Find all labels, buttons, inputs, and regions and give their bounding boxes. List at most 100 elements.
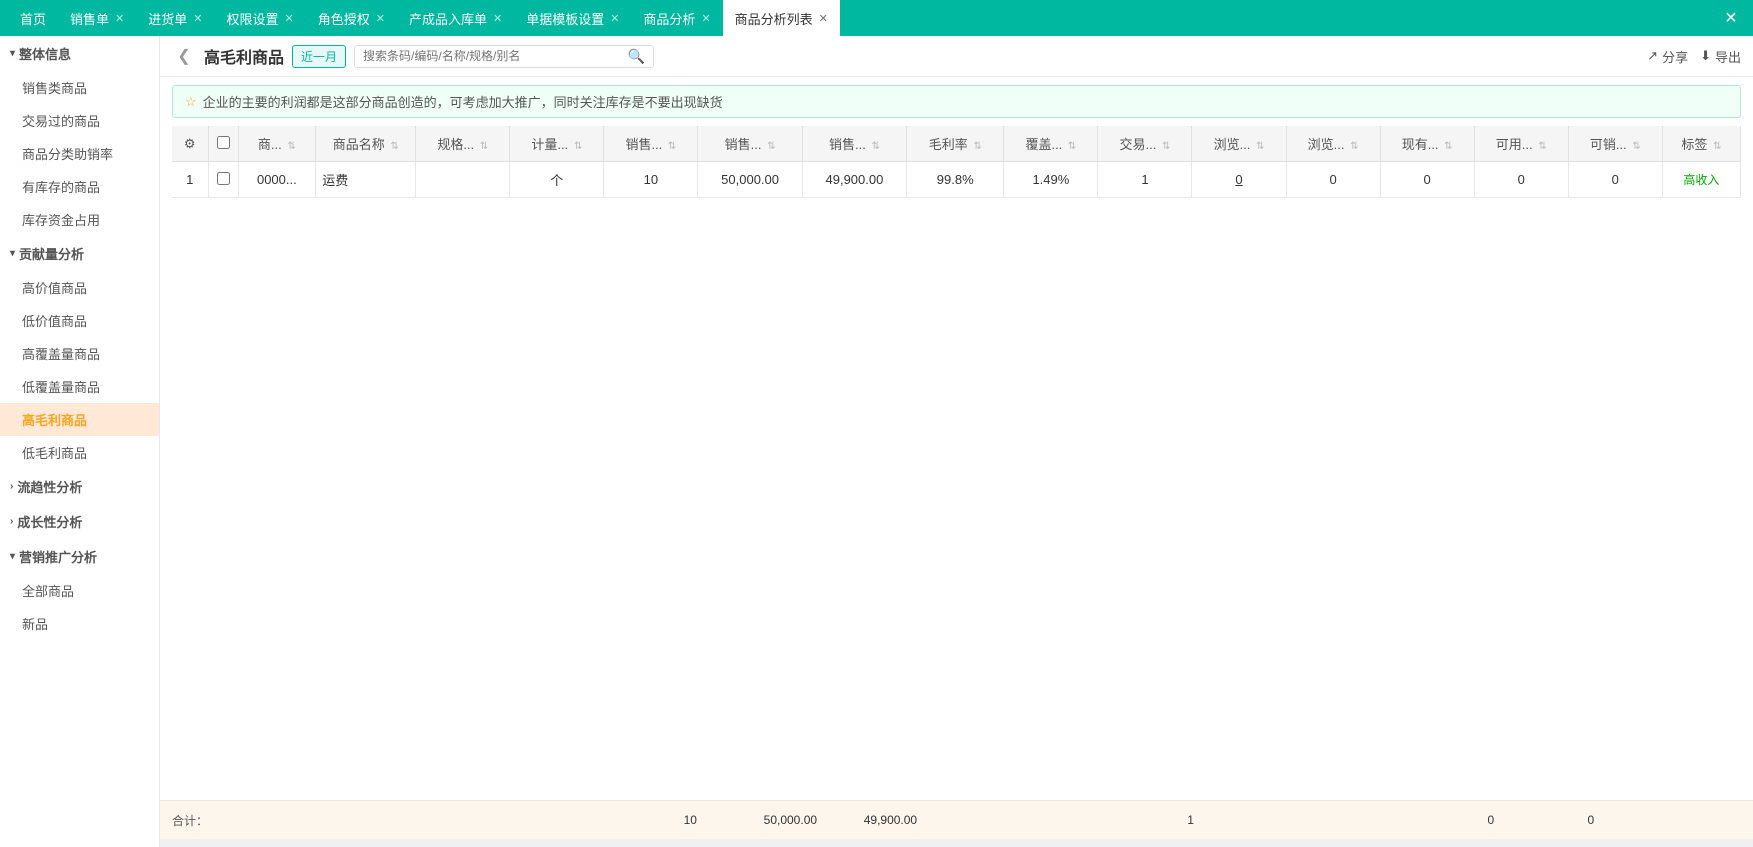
sidebar-toggle-button[interactable]: ❮: [172, 44, 196, 68]
th-browse1[interactable]: 浏览... ⇅: [1192, 126, 1286, 162]
window-close-button[interactable]: ✕: [1717, 4, 1745, 32]
th-unit[interactable]: 计量... ⇅: [510, 126, 604, 162]
sidebar-item-new-products[interactable]: 新品: [0, 607, 159, 640]
share-button[interactable]: ↗ 分享: [1647, 47, 1688, 66]
period-last-month-button[interactable]: 近一月: [292, 45, 346, 68]
th-tag[interactable]: 标签 ⇅: [1662, 126, 1740, 162]
cell-browse1: 0: [1192, 162, 1286, 198]
close-icon[interactable]: ✕: [819, 12, 828, 25]
export-button[interactable]: ⬇ 导出: [1700, 47, 1741, 66]
nav-role[interactable]: 角色授权 ✕: [306, 0, 397, 36]
sidebar-group-marketing[interactable]: ▾ 营销推广分析: [0, 539, 159, 574]
cell-index: 1: [172, 162, 208, 198]
settings-icon[interactable]: ⚙: [184, 136, 196, 151]
nav-product-analysis-list[interactable]: 商品分析列表 ✕: [723, 0, 840, 36]
th-sale-cost[interactable]: 销售... ⇅: [802, 126, 906, 162]
export-icon: ⬇: [1700, 48, 1711, 64]
select-all-checkbox[interactable]: [217, 136, 230, 149]
sidebar-item-traded-products[interactable]: 交易过的商品: [0, 104, 159, 137]
sidebar: ▾ 整体信息 销售类商品 交易过的商品 商品分类助销率 有库存的商品 库存资金占…: [0, 36, 160, 847]
cell-gross-rate: 99.8%: [907, 162, 1004, 198]
sidebar-item-sales-products[interactable]: 销售类商品: [0, 71, 159, 104]
share-icon: ↗: [1647, 48, 1658, 64]
th-checkbox: [208, 126, 238, 162]
collapse-arrow-icon: ▾: [10, 248, 15, 259]
sidebar-group-contribution[interactable]: ▾ 贡献量分析: [0, 236, 159, 271]
sidebar-item-category-rate[interactable]: 商品分类助销率: [0, 137, 159, 170]
horizontal-scrollbar[interactable]: [160, 839, 1753, 847]
th-name[interactable]: 商品名称 ⇅: [316, 126, 416, 162]
table-header-row: ⚙ 商... ⇅ 商品名称 ⇅: [172, 126, 1741, 162]
cell-coverage: 1.49%: [1004, 162, 1098, 198]
sort-icon: ⇅: [1162, 141, 1170, 152]
table-row: 1 0000... 运费 个 10 50,000.00 49,900.00 99: [172, 162, 1741, 198]
th-sale-qty[interactable]: 销售... ⇅: [604, 126, 698, 162]
sort-icon: ⇅: [1068, 141, 1076, 152]
sort-icon: ⇅: [668, 141, 676, 152]
th-current-stock[interactable]: 现有... ⇅: [1380, 126, 1474, 162]
browse1-link[interactable]: 0: [1235, 172, 1242, 187]
sidebar-item-high-margin[interactable]: 高毛利商品: [0, 403, 159, 436]
sidebar-group-overall[interactable]: ▾ 整体信息: [0, 36, 159, 71]
nav-purchase[interactable]: 进货单 ✕: [136, 0, 214, 36]
row-checkbox[interactable]: [217, 172, 230, 185]
info-icon: ☆: [185, 94, 197, 110]
sort-icon: ⇅: [1538, 141, 1546, 152]
footer-cells: 10 50,000.00 49,900.00 1 0 0: [252, 809, 1741, 831]
th-gross-rate[interactable]: 毛利率 ⇅: [907, 126, 1004, 162]
info-banner: ☆ 企业的主要的利润都是这部分商品创造的，可考虑加大推广，同时关注库存是不要出现…: [172, 85, 1741, 118]
nav-home[interactable]: 首页: [8, 0, 58, 36]
nav-product-analysis[interactable]: 商品分析 ✕: [631, 0, 722, 36]
sidebar-item-inventory-funds[interactable]: 库存资金占用: [0, 203, 159, 236]
sort-icon: ⇅: [390, 141, 398, 152]
close-icon[interactable]: ✕: [376, 12, 385, 25]
close-icon[interactable]: ✕: [193, 12, 202, 25]
cell-tag: 高收入: [1662, 162, 1740, 198]
cell-unit: 个: [510, 162, 604, 198]
th-browse2[interactable]: 浏览... ⇅: [1286, 126, 1380, 162]
cell-trade-count: 1: [1098, 162, 1192, 198]
footer-sale-qty: 10: [640, 809, 740, 831]
sort-icon: ⇅: [767, 141, 775, 152]
sidebar-item-high-value[interactable]: 高价值商品: [0, 271, 159, 304]
sidebar-group-growth[interactable]: › 成长性分析: [0, 504, 159, 539]
sort-icon: ⇅: [1350, 141, 1358, 152]
th-sale-amt[interactable]: 销售... ⇅: [698, 126, 802, 162]
nav-template[interactable]: 单据模板设置 ✕: [514, 0, 631, 36]
sort-icon: ⇅: [871, 141, 879, 152]
nav-sales[interactable]: 销售单 ✕: [58, 0, 136, 36]
sort-icon: ⇅: [1713, 141, 1721, 152]
sort-icon: ⇅: [287, 141, 295, 152]
tag-badge: 高收入: [1683, 173, 1719, 187]
sidebar-item-high-coverage[interactable]: 高覆盖量商品: [0, 337, 159, 370]
th-trade-count[interactable]: 交易... ⇅: [1098, 126, 1192, 162]
search-icon[interactable]: 🔍: [628, 48, 645, 65]
close-icon[interactable]: ✕: [115, 12, 124, 25]
footer-sale-cost: 49,900.00: [840, 809, 940, 831]
cell-browse2: 0: [1286, 162, 1380, 198]
th-code[interactable]: 商... ⇅: [238, 126, 316, 162]
th-coverage[interactable]: 覆盖... ⇅: [1004, 126, 1098, 162]
close-icon[interactable]: ✕: [701, 12, 710, 25]
sidebar-item-low-value[interactable]: 低价值商品: [0, 304, 159, 337]
table-container[interactable]: ⚙ 商... ⇅ 商品名称 ⇅: [160, 126, 1753, 800]
sidebar-item-all-products[interactable]: 全部商品: [0, 574, 159, 607]
close-icon[interactable]: ✕: [493, 12, 502, 25]
th-spec[interactable]: 规格... ⇅: [416, 126, 510, 162]
sidebar-group-trend[interactable]: › 流趋性分析: [0, 469, 159, 504]
close-icon[interactable]: ✕: [285, 12, 294, 25]
close-icon[interactable]: ✕: [610, 12, 619, 25]
sidebar-item-low-margin[interactable]: 低毛利商品: [0, 436, 159, 469]
nav-product-storage[interactable]: 产成品入库单 ✕: [397, 0, 514, 36]
search-input[interactable]: [363, 49, 624, 63]
cell-current-stock: 0: [1380, 162, 1474, 198]
sidebar-item-low-coverage[interactable]: 低覆盖量商品: [0, 370, 159, 403]
sidebar-item-in-stock[interactable]: 有库存的商品: [0, 170, 159, 203]
sort-icon: ⇅: [1444, 141, 1452, 152]
product-table: ⚙ 商... ⇅ 商品名称 ⇅: [172, 126, 1741, 198]
collapse-arrow-icon: ▾: [10, 48, 15, 59]
th-avail-stock[interactable]: 可用... ⇅: [1474, 126, 1568, 162]
nav-permission[interactable]: 权限设置 ✕: [214, 0, 305, 36]
sort-icon: ⇅: [1256, 141, 1264, 152]
th-saleable-stock[interactable]: 可销... ⇅: [1568, 126, 1662, 162]
